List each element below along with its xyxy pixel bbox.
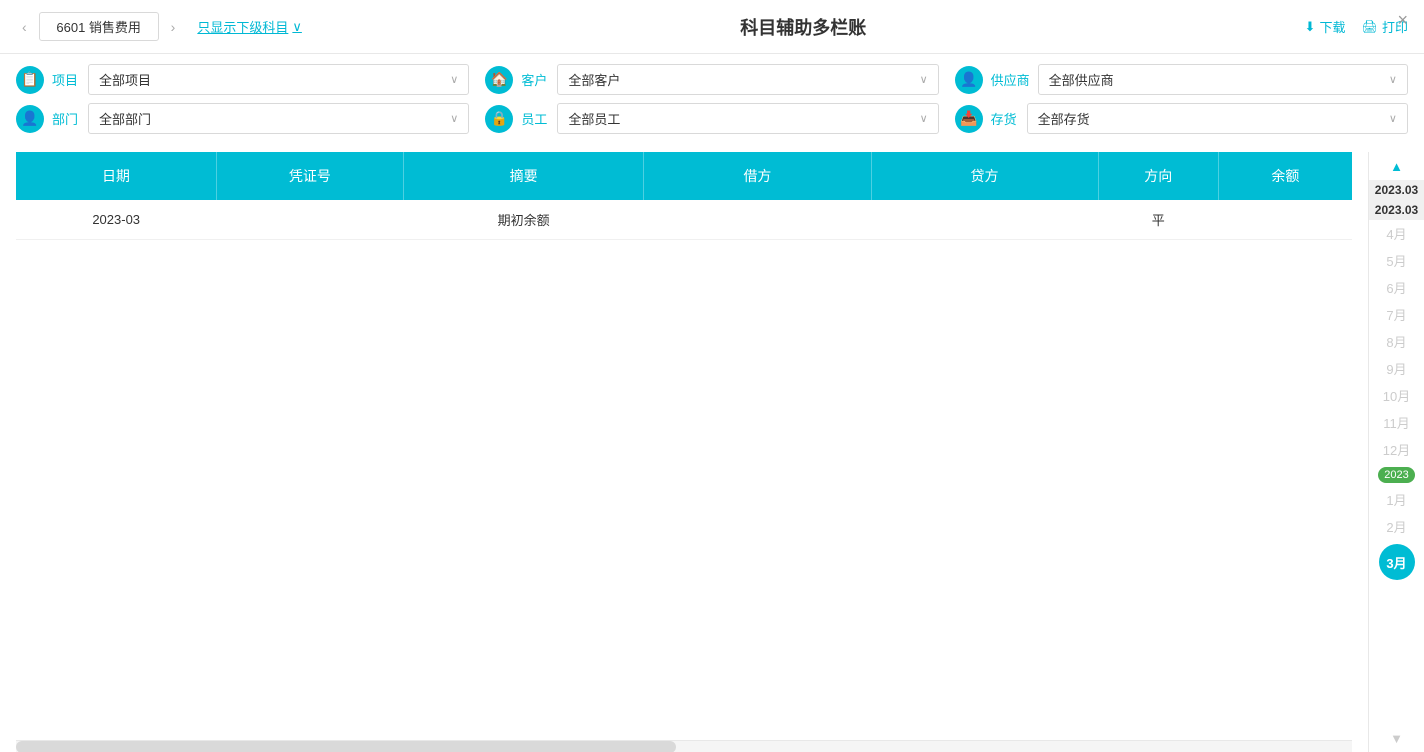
show-sub-arrow: ∨ xyxy=(292,19,302,35)
timeline-item-9[interactable]: 9月 xyxy=(1369,355,1424,382)
download-icon: ⬇ xyxy=(1305,19,1316,35)
filter-project: 📋 项目 全部项目 ∨ xyxy=(16,64,469,95)
cell-balance xyxy=(1218,200,1352,240)
project-icon: 📋 xyxy=(16,66,44,94)
filter-row-1: 📋 项目 全部项目 ∨ 🏠 客户 全部客户 ∨ 👤 供应商 全部供应 xyxy=(16,64,1408,95)
show-sub-button[interactable]: 只显示下级科目 ∨ xyxy=(197,17,302,36)
next-account-button[interactable]: › xyxy=(165,17,182,37)
actions-area: ⬇ 下载 🖨 打印 xyxy=(1305,17,1408,36)
project-label: 项目 xyxy=(52,70,80,89)
department-select[interactable]: 全部部门 ∨ xyxy=(88,103,469,134)
col-balance: 余额 xyxy=(1218,152,1352,200)
project-select[interactable]: 全部项目 ∨ xyxy=(88,64,469,95)
department-value: 全部部门 xyxy=(99,109,151,128)
account-code: 6601 销售费用 xyxy=(39,12,159,41)
table-container[interactable]: 日期 凭证号 摘要 借方 贷方 方向 余额 2023-03 xyxy=(16,152,1352,740)
cell-credit xyxy=(871,200,1098,240)
supplier-label: 供应商 xyxy=(991,70,1030,89)
main-content: 日期 凭证号 摘要 借方 贷方 方向 余额 2023-03 xyxy=(0,152,1424,752)
cell-date: 2023-03 xyxy=(16,200,216,240)
timeline-item-3-circle[interactable]: 3月 xyxy=(1379,544,1415,580)
filter-department: 👤 部门 全部部门 ∨ xyxy=(16,103,469,134)
filter-row-2: 👤 部门 全部部门 ∨ 🔒 员工 全部员工 ∨ 📥 存货 全部存货 xyxy=(16,103,1408,134)
inventory-select[interactable]: 全部存货 ∨ xyxy=(1027,103,1408,134)
cell-voucher xyxy=(216,200,403,240)
filter-inventory: 📥 存货 全部存货 ∨ xyxy=(955,103,1408,134)
filter-employee: 🔒 员工 全部员工 ∨ xyxy=(485,103,938,134)
filter-customer: 🏠 客户 全部客户 ∨ xyxy=(485,64,938,95)
show-sub-label: 只显示下级科目 xyxy=(197,17,288,36)
timeline-item-2023-03-first[interactable]: 2023.03 xyxy=(1369,180,1424,200)
inventory-label: 存货 xyxy=(991,109,1019,128)
inventory-arrow: ∨ xyxy=(1389,112,1397,125)
supplier-icon: 👤 xyxy=(955,66,983,94)
customer-arrow: ∨ xyxy=(920,73,928,86)
timeline-sidebar: ▲ 2023.03 2023.03 4月 5月 6月 7月 8月 9月 10月 … xyxy=(1368,152,1424,752)
employee-select[interactable]: 全部员工 ∨ xyxy=(557,103,938,134)
table-row: 2023-03 期初余额 平 xyxy=(16,200,1352,240)
timeline-item-2[interactable]: 2月 xyxy=(1369,513,1424,540)
col-date: 日期 xyxy=(16,152,216,200)
bottom-scrollbar[interactable] xyxy=(16,740,1352,752)
cell-summary: 期初余额 xyxy=(403,200,643,240)
inventory-icon: 📥 xyxy=(955,105,983,133)
timeline-item-10[interactable]: 10月 xyxy=(1369,382,1424,409)
timeline-down-arrow[interactable]: ▼ xyxy=(1369,724,1424,752)
timeline-item-6[interactable]: 6月 xyxy=(1369,274,1424,301)
timeline-item-11[interactable]: 11月 xyxy=(1369,409,1424,436)
department-arrow: ∨ xyxy=(450,112,458,125)
department-icon: 👤 xyxy=(16,105,44,133)
account-nav: ‹ 6601 销售费用 › xyxy=(16,12,181,41)
project-arrow: ∨ xyxy=(450,73,458,86)
filter-section: 📋 项目 全部项目 ∨ 🏠 客户 全部客户 ∨ 👤 供应商 全部供应 xyxy=(0,54,1424,152)
customer-value: 全部客户 xyxy=(568,70,620,89)
employee-value: 全部员工 xyxy=(568,109,620,128)
scroll-thumb[interactable] xyxy=(16,741,676,752)
page-title: 科目辅助多栏账 xyxy=(302,14,1305,40)
timeline-item-8[interactable]: 8月 xyxy=(1369,328,1424,355)
content-area: 日期 凭证号 摘要 借方 贷方 方向 余额 2023-03 xyxy=(0,152,1368,752)
customer-select[interactable]: 全部客户 ∨ xyxy=(557,64,938,95)
customer-label: 客户 xyxy=(521,70,549,89)
cell-direction: 平 xyxy=(1098,200,1218,240)
cell-debit xyxy=(644,200,871,240)
col-debit: 借方 xyxy=(644,152,871,200)
year-badge-area: 2023 xyxy=(1378,463,1414,486)
timeline-up-arrow[interactable]: ▲ xyxy=(1369,152,1424,180)
timeline-item-2023-03-second[interactable]: 2023.03 xyxy=(1369,200,1424,220)
timeline-item-4[interactable]: 4月 xyxy=(1369,220,1424,247)
supplier-select[interactable]: 全部供应商 ∨ xyxy=(1038,64,1408,95)
top-bar: ‹ 6601 销售费用 › 只显示下级科目 ∨ 科目辅助多栏账 ⬇ 下载 🖨 打… xyxy=(0,0,1424,54)
inventory-value: 全部存货 xyxy=(1038,109,1090,128)
col-direction: 方向 xyxy=(1098,152,1218,200)
table-header-row: 日期 凭证号 摘要 借方 贷方 方向 余额 xyxy=(16,152,1352,200)
download-button[interactable]: ⬇ 下载 xyxy=(1305,17,1346,36)
prev-account-button[interactable]: ‹ xyxy=(16,17,33,37)
employee-icon: 🔒 xyxy=(485,105,513,133)
col-summary: 摘要 xyxy=(403,152,643,200)
table-section: 日期 凭证号 摘要 借方 贷方 方向 余额 2023-03 xyxy=(16,152,1352,740)
timeline-item-7[interactable]: 7月 xyxy=(1369,301,1424,328)
print-icon: 🖨 xyxy=(1361,19,1378,35)
timeline-item-1[interactable]: 1月 xyxy=(1369,486,1424,513)
timeline-item-12[interactable]: 12月 xyxy=(1369,436,1424,463)
supplier-value: 全部供应商 xyxy=(1049,70,1114,89)
main-container: × ‹ 6601 销售费用 › 只显示下级科目 ∨ 科目辅助多栏账 ⬇ 下载 🖨… xyxy=(0,0,1424,752)
data-table: 日期 凭证号 摘要 借方 贷方 方向 余额 2023-03 xyxy=(16,152,1352,240)
col-credit: 贷方 xyxy=(871,152,1098,200)
col-voucher: 凭证号 xyxy=(216,152,403,200)
supplier-arrow: ∨ xyxy=(1389,73,1397,86)
filter-supplier: 👤 供应商 全部供应商 ∨ xyxy=(955,64,1408,95)
department-label: 部门 xyxy=(52,109,80,128)
project-value: 全部项目 xyxy=(99,70,151,89)
download-label: 下载 xyxy=(1319,17,1345,36)
timeline-item-3-wrap[interactable]: 3月 xyxy=(1369,540,1424,584)
employee-arrow: ∨ xyxy=(920,112,928,125)
employee-label: 员工 xyxy=(521,109,549,128)
timeline-item-5[interactable]: 5月 xyxy=(1369,247,1424,274)
customer-icon: 🏠 xyxy=(485,66,513,94)
year-badge: 2023 xyxy=(1378,467,1414,483)
close-button[interactable]: × xyxy=(1397,10,1408,31)
